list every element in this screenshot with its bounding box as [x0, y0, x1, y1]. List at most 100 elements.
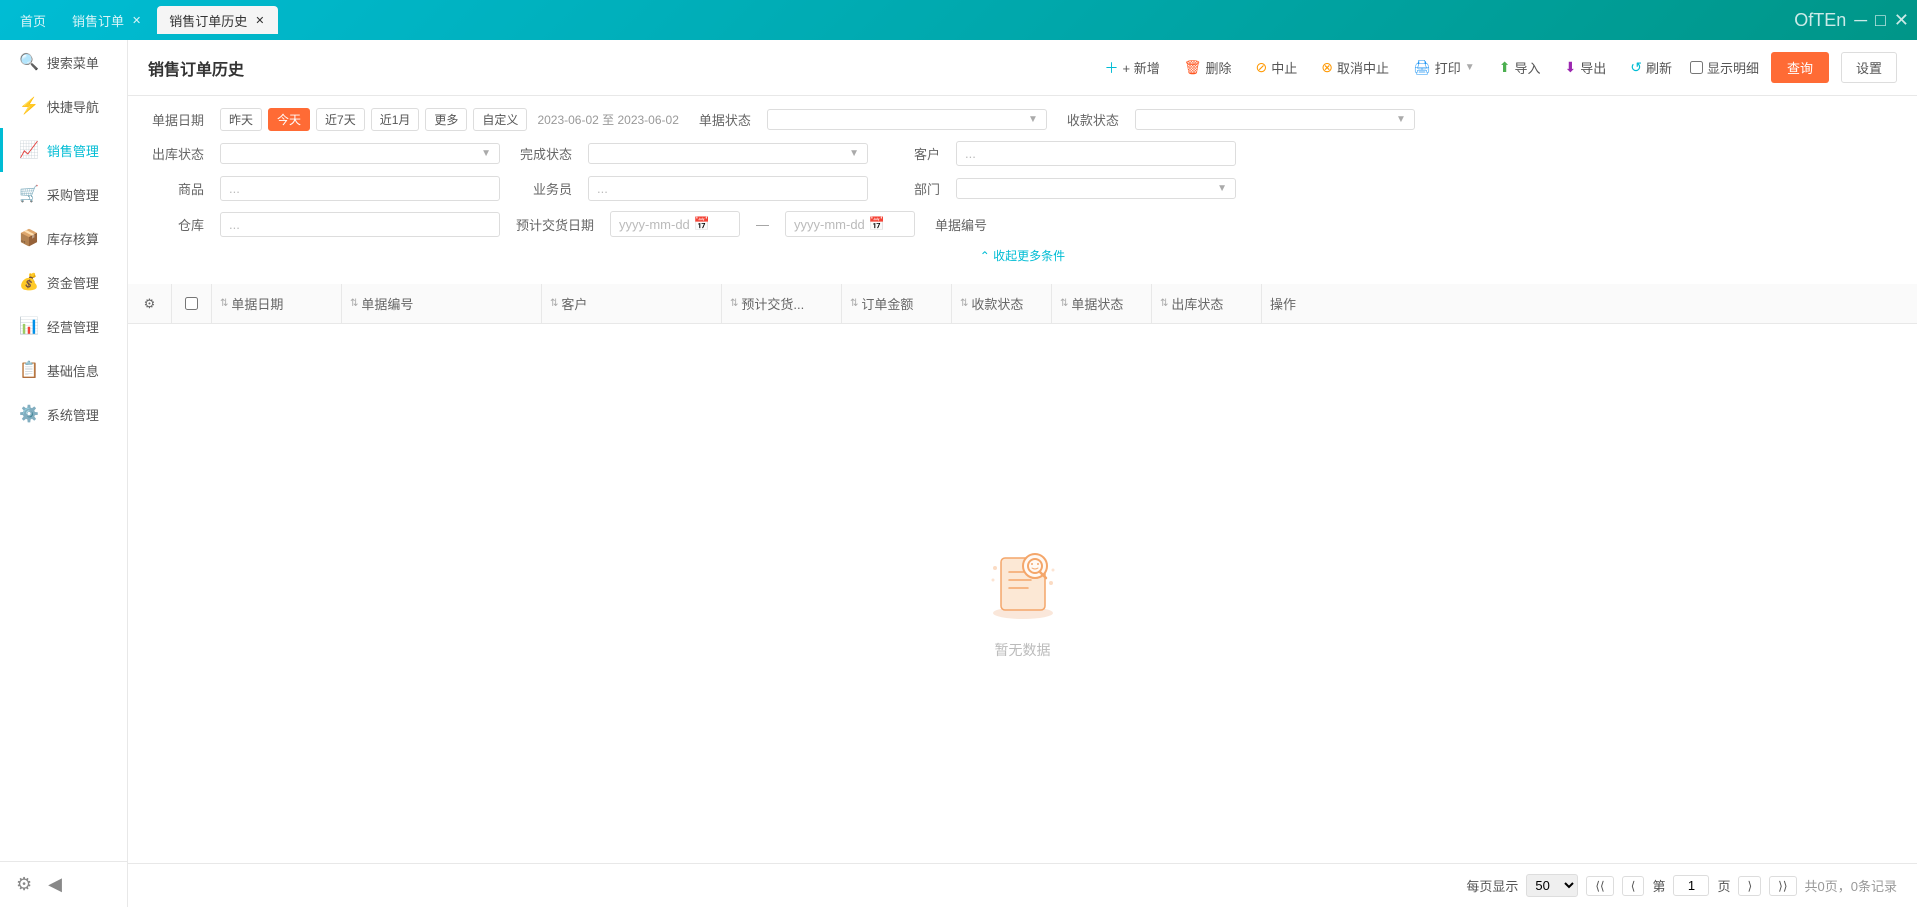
delivery-date-from[interactable]: yyyy-mm-dd 📅: [610, 211, 740, 237]
filter-row-1: 单据日期 昨天 今天 近7天 近1月 更多 自定义 2023-06-02 至 2…: [148, 108, 1897, 131]
empty-illustration: [973, 528, 1073, 628]
display-toggle-checkbox[interactable]: [1690, 61, 1703, 74]
th-customer-label: 客户: [561, 294, 587, 313]
sort-icon-customer[interactable]: ⇅: [550, 298, 558, 309]
delete-label: 删除: [1205, 58, 1231, 77]
date-btn-7days[interactable]: 近7天: [316, 108, 365, 131]
calendar-to-icon[interactable]: 📅: [869, 216, 885, 232]
customer-label: 客户: [884, 144, 940, 163]
th-number-label: 单据编号: [361, 294, 413, 313]
first-page-btn[interactable]: ⟨⟨: [1586, 876, 1613, 896]
minimize-icon[interactable]: ─: [1854, 10, 1867, 31]
warehouse-status-label: 出库状态: [148, 144, 204, 163]
page-input[interactable]: [1673, 875, 1709, 896]
product-label: 商品: [148, 179, 204, 198]
payment-status-select[interactable]: ▼: [1135, 109, 1415, 130]
last-page-btn[interactable]: ⟩⟩: [1769, 876, 1796, 896]
sort-icon-delivery[interactable]: ⇅: [730, 298, 738, 309]
sidebar-item-system[interactable]: ⚙️ 系统管理: [0, 392, 127, 436]
display-toggle[interactable]: 显示明细: [1690, 58, 1759, 77]
tab-sales-order-close[interactable]: ✕: [130, 14, 143, 27]
tab-home-label: 首页: [20, 11, 46, 30]
query-button[interactable]: 查询: [1771, 52, 1829, 83]
next-page-btn[interactable]: ⟩: [1738, 876, 1761, 896]
per-page-select[interactable]: 50 10 20 100: [1526, 874, 1578, 897]
tab-home[interactable]: 首页: [8, 6, 58, 34]
new-button[interactable]: ＋ + 新增: [1098, 54, 1165, 82]
order-status-select[interactable]: ▼: [767, 109, 1047, 130]
stop-button[interactable]: ⊘ 中止: [1250, 54, 1304, 81]
display-toggle-label: 显示明细: [1707, 58, 1759, 77]
cancel-stop-label: 取消中止: [1337, 58, 1389, 77]
delivery-date-label: 预计交货日期: [516, 215, 594, 234]
operation-icon: 📊: [19, 316, 39, 336]
sort-icon-payment[interactable]: ⇅: [960, 298, 968, 309]
date-btn-today[interactable]: 今天: [268, 108, 310, 131]
product-input[interactable]: ...: [220, 176, 500, 201]
th-checkbox[interactable]: [172, 284, 212, 323]
sort-icon-number[interactable]: ⇅: [350, 298, 358, 309]
th-operation: 操作: [1262, 284, 1917, 323]
warehouse-input[interactable]: ...: [220, 212, 500, 237]
maximize-icon[interactable]: □: [1875, 10, 1886, 31]
cancel-stop-button[interactable]: ⊗ 取消中止: [1315, 54, 1395, 81]
date-btn-more[interactable]: 更多: [425, 108, 467, 131]
collapse-row[interactable]: ⌃ 收起更多条件: [148, 247, 1897, 272]
sidebar-item-system-label: 系统管理: [47, 405, 99, 424]
th-delivery: ⇅ 预计交货...: [722, 284, 842, 323]
delete-button[interactable]: 🗑 删除: [1178, 54, 1238, 81]
stop-label: 中止: [1271, 58, 1297, 77]
sidebar-item-search-menu[interactable]: 🔍 搜索菜单: [0, 40, 127, 84]
date-btn-1month[interactable]: 近1月: [371, 108, 420, 131]
date-label: 单据日期: [148, 110, 204, 129]
select-all-checkbox[interactable]: [185, 297, 198, 310]
sidebar-item-operation[interactable]: 📊 经营管理: [0, 304, 127, 348]
tab-sales-order[interactable]: 销售订单 ✕: [60, 6, 155, 34]
th-number: ⇅ 单据编号: [342, 284, 542, 323]
department-select[interactable]: ▼: [956, 178, 1236, 199]
salesperson-input[interactable]: ...: [588, 176, 868, 201]
settings-button[interactable]: 设置: [1841, 52, 1897, 83]
delivery-date-to[interactable]: yyyy-mm-dd 📅: [785, 211, 915, 237]
filter-date-group: 昨天 今天 近7天 近1月 更多 自定义 2023-06-02 至 2023-0…: [220, 108, 679, 131]
export-icon: ⬇: [1564, 59, 1576, 76]
sort-icon-amount[interactable]: ⇅: [850, 298, 858, 309]
settings-bottom-icon[interactable]: ⚙: [16, 874, 32, 895]
calendar-from-icon[interactable]: 📅: [694, 216, 710, 232]
print-dropdown-icon[interactable]: ▼: [1465, 62, 1475, 73]
sidebar-item-finance[interactable]: 💰 资金管理: [0, 260, 127, 304]
warehouse-status-select[interactable]: ▼: [220, 143, 500, 164]
tab-sales-history[interactable]: 销售订单历史 ✕: [157, 6, 278, 34]
prev-page-btn[interactable]: ⟨: [1622, 876, 1645, 896]
top-bar: 首页 销售订单 ✕ 销售订单历史 ✕ OfTEn ─ □ ✕: [0, 0, 1917, 40]
sidebar-item-inventory[interactable]: 📦 库存核算: [0, 216, 127, 260]
complete-status-select[interactable]: ▼: [588, 143, 868, 164]
import-button[interactable]: ⬆ 导入: [1493, 54, 1547, 81]
date-btn-custom[interactable]: 自定义: [473, 108, 527, 131]
sidebar-item-sales[interactable]: 📈 销售管理: [0, 128, 127, 172]
sort-icon-order[interactable]: ⇅: [1060, 298, 1068, 309]
order-number-label: 单据编号: [931, 215, 987, 234]
sort-icon-date[interactable]: ⇅: [220, 298, 228, 309]
customer-input[interactable]: ...: [956, 141, 1236, 166]
collapse-sidebar-icon[interactable]: ◀: [48, 874, 62, 895]
sidebar-item-purchase[interactable]: 🛒 采购管理: [0, 172, 127, 216]
sidebar-item-quick-nav[interactable]: ⚡ 快捷导航: [0, 84, 127, 128]
sidebar-item-basic[interactable]: 📋 基础信息: [0, 348, 127, 392]
complete-status-arrow: ▼: [849, 148, 859, 159]
refresh-button[interactable]: ↺ 刷新: [1624, 54, 1678, 81]
date-btn-yesterday[interactable]: 昨天: [220, 108, 262, 131]
top-bar-right: OfTEn ─ □ ✕: [1794, 10, 1909, 31]
th-settings[interactable]: ⚙: [128, 284, 172, 323]
basic-icon: 📋: [19, 360, 39, 380]
close-icon[interactable]: ✕: [1894, 10, 1909, 31]
sidebar-item-basic-label: 基础信息: [47, 361, 99, 380]
export-button[interactable]: ⬇ 导出: [1558, 54, 1612, 81]
sidebar: 🔍 搜索菜单 ⚡ 快捷导航 📈 销售管理 🛒 采购管理 📦 库存核算 💰 资金管…: [0, 40, 128, 907]
print-button[interactable]: 🖨 打印 ▼: [1407, 54, 1481, 81]
tab-sales-order-label: 销售订单: [72, 11, 124, 30]
sort-icon-warehouse[interactable]: ⇅: [1160, 298, 1168, 309]
th-order-status: ⇅ 单据状态: [1052, 284, 1152, 323]
gear-icon[interactable]: ⚙: [144, 296, 156, 312]
tab-sales-history-close[interactable]: ✕: [253, 14, 266, 27]
